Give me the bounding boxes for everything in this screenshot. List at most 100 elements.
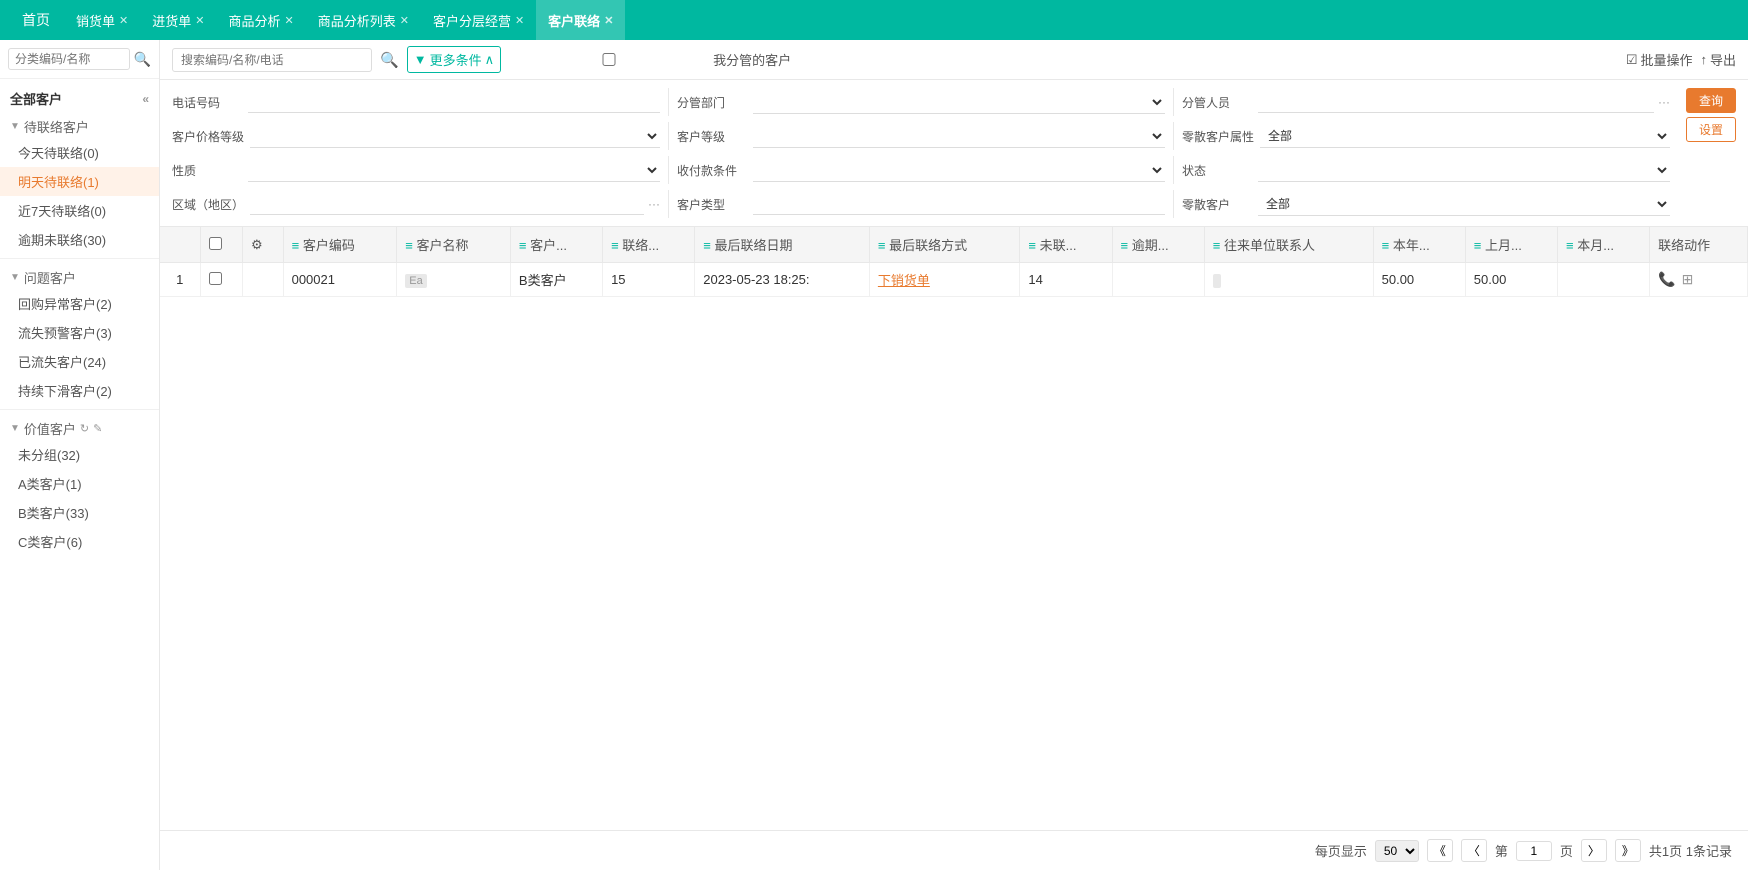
filter-retail-attr: 零散客户属性 全部 xyxy=(1182,125,1670,148)
export-btn[interactable]: ↑ 导出 xyxy=(1700,50,1736,69)
nav-close-sales[interactable]: ✕ xyxy=(119,14,128,27)
col-overdue[interactable]: ≡ 逾期... xyxy=(1112,227,1204,263)
label-retail: 零散客户 xyxy=(1182,196,1252,213)
prev-page-btn[interactable]: 〈 xyxy=(1461,839,1487,862)
sidebar-item-b-class[interactable]: B类客户(33) xyxy=(0,498,159,527)
nav-item-product-analysis[interactable]: 商品分析 ✕ xyxy=(216,0,305,40)
select-status[interactable] xyxy=(1258,159,1670,182)
sidebar-item-a-class[interactable]: A类客户(1) xyxy=(0,469,159,498)
sidebar-item-c-class[interactable]: C类客户(6) xyxy=(0,527,159,556)
search-input[interactable] xyxy=(172,48,372,72)
select-retail-attr[interactable]: 全部 xyxy=(1260,125,1670,148)
customer-table: ⚙ ≡ 客户编码 ≡ 客户名称 ≡ 客户... xyxy=(160,227,1748,297)
sidebar-item-abnormal[interactable]: 回购异常客户(2) xyxy=(0,289,159,318)
page-number-input[interactable] xyxy=(1516,841,1552,861)
nav-item-customer-contact[interactable]: 客户联络 ✕ xyxy=(536,0,625,40)
nav-item-product-list[interactable]: 商品分析列表 ✕ xyxy=(306,0,421,40)
sidebar-search-input[interactable] xyxy=(8,48,130,70)
sidebar-item-ungrouped[interactable]: 未分组(32) xyxy=(0,440,159,469)
page-label: 第 xyxy=(1495,841,1508,860)
row-checkbox[interactable] xyxy=(209,272,222,285)
cell-no: 1 xyxy=(160,263,200,297)
nav-home[interactable]: 首页 xyxy=(8,0,64,40)
batch-ops-btn[interactable]: ☑ 批量操作 xyxy=(1626,50,1693,69)
nav-item-customer-tier[interactable]: 客户分层经营 ✕ xyxy=(421,0,536,40)
col-last-month[interactable]: ≡ 上月... xyxy=(1465,227,1557,263)
select-nature[interactable] xyxy=(248,159,660,182)
filter-search-icon[interactable]: 🔍 xyxy=(380,51,399,69)
sort-icon-3: ≡ xyxy=(519,238,527,253)
input-region[interactable] xyxy=(250,194,644,215)
table-area: ⚙ ≡ 客户编码 ≡ 客户名称 ≡ 客户... xyxy=(160,227,1748,830)
collapse-icon[interactable]: « xyxy=(142,92,149,106)
sidebar-item-overdue[interactable]: 逾期未联络(30) xyxy=(0,225,159,254)
sidebar-item-tomorrow[interactable]: 明天待联络(1) xyxy=(0,167,159,196)
phone-action-icon[interactable]: 📞 xyxy=(1658,271,1675,288)
filter-price-level: 客户价格等级 xyxy=(172,125,660,148)
select-customer-level[interactable] xyxy=(753,125,1165,148)
top-nav: 首页 销货单 ✕ 进货单 ✕ 商品分析 ✕ 商品分析列表 ✕ 客户分层经营 ✕ … xyxy=(0,0,1748,40)
sidebar-item-churned[interactable]: 已流失客户(24) xyxy=(0,347,159,376)
edit-icon[interactable]: ✎ xyxy=(93,422,102,435)
nav-item-purchase[interactable]: 进货单 ✕ xyxy=(140,0,216,40)
col-customer-code[interactable]: ≡ 客户编码 xyxy=(283,227,397,263)
col-contacts[interactable]: ≡ 联络... xyxy=(603,227,695,263)
sidebar-group-problem[interactable]: ▼ 问题客户 xyxy=(0,263,159,289)
col-not-contacted[interactable]: ≡ 未联... xyxy=(1020,227,1112,263)
nav-close-product-list[interactable]: ✕ xyxy=(400,14,409,27)
first-page-btn[interactable]: 《 xyxy=(1427,839,1453,862)
select-dept[interactable] xyxy=(753,91,1165,114)
nav-close-customer-contact[interactable]: ✕ xyxy=(604,14,613,27)
per-page-select[interactable]: 50 xyxy=(1375,840,1419,862)
divider-1 xyxy=(0,258,159,259)
arrow-down-icon: ▼ xyxy=(10,121,20,132)
settings-button[interactable]: 设置 xyxy=(1686,117,1736,142)
sidebar-search-icon[interactable]: 🔍 xyxy=(134,51,151,68)
input-phone[interactable] xyxy=(248,92,660,113)
sidebar-group-pending[interactable]: ▼ 待联络客户 xyxy=(0,112,159,138)
dots-icon-1[interactable]: ··· xyxy=(1658,95,1670,109)
grid-action-icon[interactable]: ⊞ xyxy=(1682,271,1694,288)
col-unit-contacts[interactable]: ≡ 往来单位联系人 xyxy=(1204,227,1373,263)
contact-method-link[interactable]: 下销货单 xyxy=(878,273,930,288)
last-page-btn[interactable]: 》 xyxy=(1615,839,1641,862)
nav-close-customer-tier[interactable]: ✕ xyxy=(515,14,524,27)
input-customer-type[interactable] xyxy=(753,194,1165,215)
col-this-month[interactable]: ≡ 本月... xyxy=(1557,227,1649,263)
col-last-contact-method[interactable]: ≡ 最后联络方式 xyxy=(869,227,1020,263)
select-retail[interactable]: 全部 xyxy=(1258,193,1670,216)
select-price-level[interactable] xyxy=(250,125,660,148)
col-settings[interactable]: ⚙ xyxy=(243,227,284,263)
input-person[interactable] xyxy=(1258,92,1654,113)
dots-icon-2[interactable]: ··· xyxy=(648,197,660,211)
cell-this-month xyxy=(1557,263,1649,297)
query-button[interactable]: 查询 xyxy=(1686,88,1736,113)
col-customer-name[interactable]: ≡ 客户名称 xyxy=(397,227,511,263)
sidebar-item-declining[interactable]: 持续下滑客户(2) xyxy=(0,376,159,405)
nav-item-sales[interactable]: 销货单 ✕ xyxy=(64,0,140,40)
sidebar-all-customers[interactable]: 全部客户 « xyxy=(0,83,159,112)
cell-customer-name[interactable]: Ea xyxy=(397,263,511,297)
next-page-btn[interactable]: 〉 xyxy=(1581,839,1607,862)
col-customer-type[interactable]: ≡ 客户... xyxy=(510,227,602,263)
cell-last-contact-method[interactable]: 下销货单 xyxy=(869,263,1020,297)
sidebar-item-7days[interactable]: 近7天待联络(0) xyxy=(0,196,159,225)
sidebar-item-today[interactable]: 今天待联络(0) xyxy=(0,138,159,167)
more-conditions-btn[interactable]: ▼ 更多条件 ∧ xyxy=(407,46,501,73)
total-records: 共1页 1条记录 xyxy=(1649,841,1732,860)
select-all-checkbox[interactable] xyxy=(209,237,222,250)
sidebar-item-churn-warning[interactable]: 流失预警客户(3) xyxy=(0,318,159,347)
refresh-icon[interactable]: ↻ xyxy=(80,422,89,435)
my-customers-checkbox[interactable]: 我分管的客户 xyxy=(509,50,791,69)
sep-3 xyxy=(668,122,669,150)
col-last-contact-date[interactable]: ≡ 最后联络日期 xyxy=(695,227,870,263)
nav-close-purchase[interactable]: ✕ xyxy=(195,14,204,27)
nav-close-product-analysis[interactable]: ✕ xyxy=(284,14,293,27)
my-customers-check[interactable] xyxy=(509,53,709,66)
select-payment[interactable] xyxy=(753,159,1165,182)
sidebar-group-value[interactable]: ▼ 价值客户 ↻ ✎ xyxy=(0,414,159,440)
filter-customer-level: 客户等级 xyxy=(677,125,1165,148)
col-this-year[interactable]: ≡ 本年... xyxy=(1373,227,1465,263)
filter-region: 区域（地区） ··· xyxy=(172,194,660,215)
cell-settings xyxy=(243,263,284,297)
